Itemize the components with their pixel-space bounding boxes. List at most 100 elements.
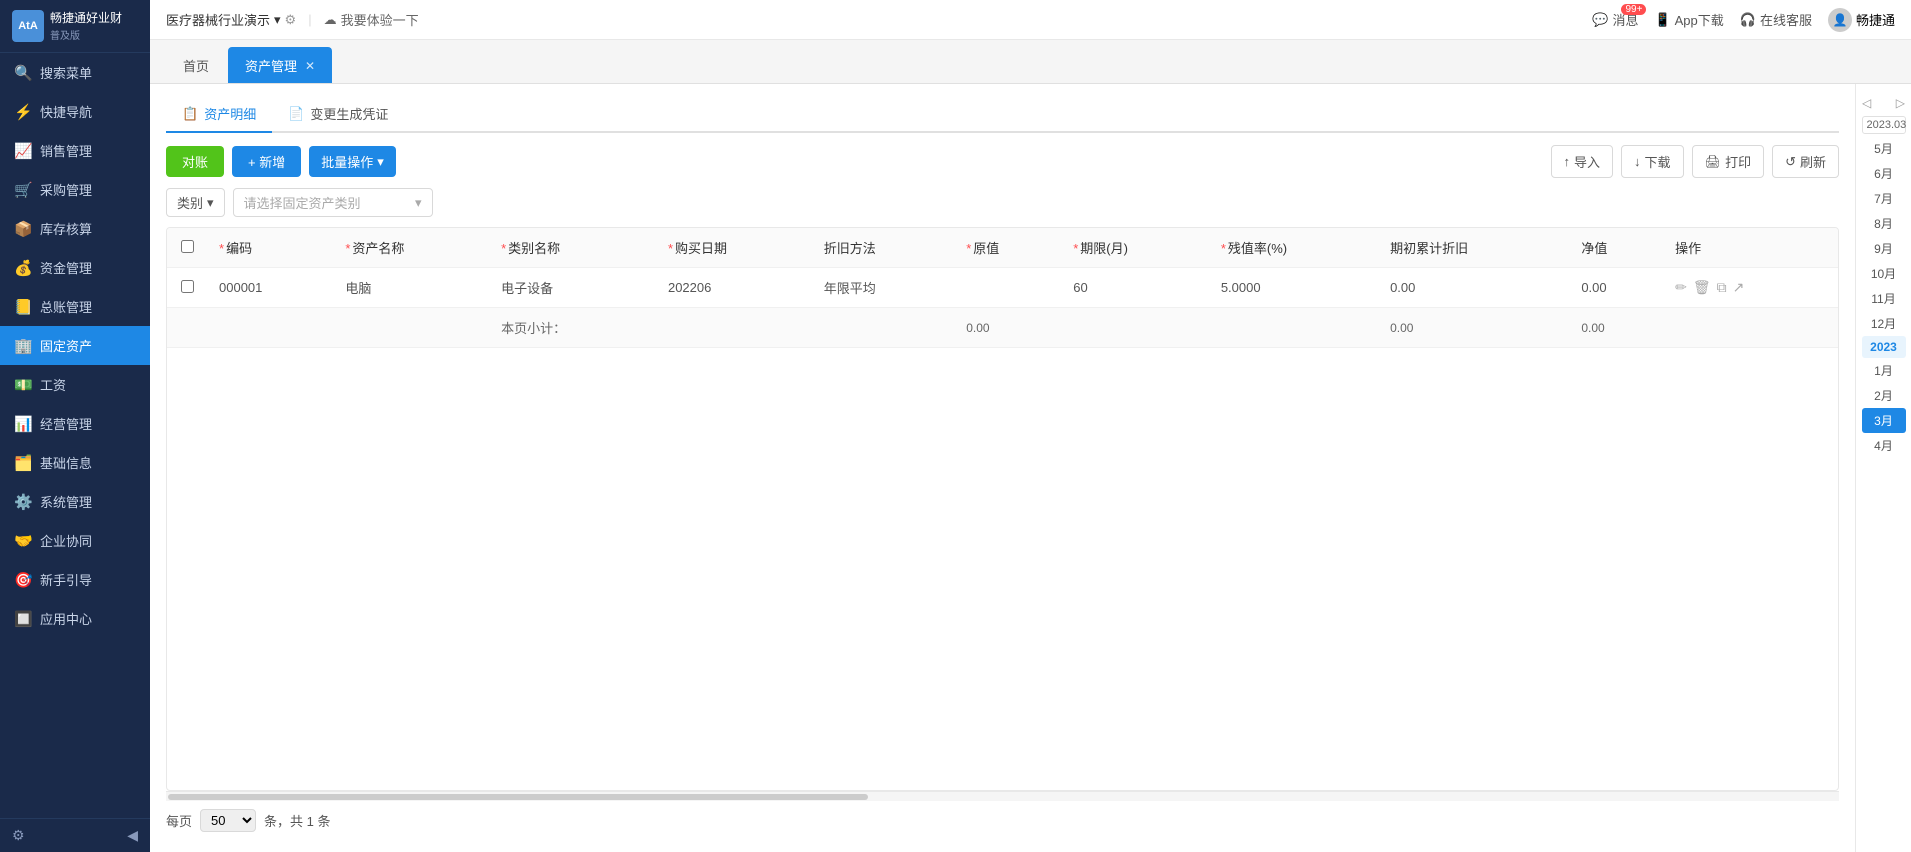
import-button[interactable]: ↑ 导入 [1551,145,1614,178]
nav-tabs: 首页 资产管理 ✕ [150,40,1911,84]
page-size-select[interactable]: 50 100 [200,809,256,832]
month-item[interactable]: 7月 [1862,186,1906,211]
download-button[interactable]: ↓ 下载 [1621,145,1684,178]
month-item[interactable]: 4月 [1862,433,1906,458]
month-item[interactable]: 6月 [1862,161,1906,186]
month-item[interactable]: 9月 [1862,236,1906,261]
cell-depreciation: 年限平均 [812,268,955,308]
sub-tab-asset-detail[interactable]: 📋 资产明细 [166,96,272,133]
new-button[interactable]: + 新增 [232,146,301,177]
settings-icon[interactable]: ⚙ [285,12,297,28]
filter-dropdown-icon: ▾ [207,195,214,211]
month-item[interactable]: 10月 [1862,261,1906,286]
month-item[interactable]: 5月 [1862,136,1906,161]
tab-close-icon[interactable]: ✕ [305,59,315,73]
sidebar-item-库存核算[interactable]: 📦 库存核算 [0,209,150,248]
sub-tabs: 📋 资产明细 📄 变更生成凭证 [166,96,1839,133]
input-dropdown-icon: ▾ [415,195,422,211]
app-download-btn[interactable]: 📱 App下载 [1654,10,1723,29]
import-icon: ↑ [1564,154,1571,169]
sidebar-item-工资[interactable]: 💵 工资 [0,365,150,404]
sidebar-item-总账管理[interactable]: 📒 总账管理 [0,287,150,326]
filter-row: 类别 ▾ 请选择固定资产类别 ▾ [166,188,1839,217]
company-selector[interactable]: 医疗器械行业演示 ▾ ⚙ [166,10,296,29]
month-item[interactable]: 3月 [1862,408,1906,433]
sub-tab-voucher[interactable]: 📄 变更生成凭证 [272,96,404,133]
sidebar-item-资金管理[interactable]: 💰 资金管理 [0,248,150,287]
month-item[interactable]: 1月 [1862,358,1906,383]
refresh-button[interactable]: ↺ 刷新 [1772,145,1839,178]
month-item[interactable]: 11月 [1862,286,1906,311]
user-menu[interactable]: 👤 畅捷通 [1828,8,1895,32]
select-all-header[interactable] [167,228,207,268]
delete-icon[interactable]: 🗑 [1693,279,1711,296]
cell-operation: ✏ 🗑 ⧉ ↗ [1663,268,1838,308]
sidebar-icon-6: 📒 [14,298,32,316]
message-btn[interactable]: 💬 消息 99+ [1592,10,1638,29]
asset-table: *编码 *资产名称 *类别名称 *购买日期 折旧方法 *原值 *期限(月) *残… [166,227,1839,791]
category-filter[interactable]: 类别 ▾ [166,188,225,217]
sidebar-label-11: 系统管理 [40,492,92,511]
download-icon: ↓ [1634,154,1641,169]
tab-asset-management[interactable]: 资产管理 ✕ [228,47,332,83]
batch-button[interactable]: 批量操作 ▾ [309,146,396,177]
sidebar-item-基础信息[interactable]: 🗂️ 基础信息 [0,443,150,482]
sidebar-label-5: 资金管理 [40,258,92,277]
sidebar-item-搜索菜单[interactable]: 🔍 搜索菜单 [0,53,150,92]
horizontal-scrollbar[interactable] [166,791,1839,801]
sidebar-item-固定资产[interactable]: 🏢 固定资产 [0,326,150,365]
sidebar-icon-2: 📈 [14,142,32,160]
online-service-btn[interactable]: 🎧 在线客服 [1740,10,1812,29]
sidebar-icon-11: ⚙️ [14,493,32,511]
sidebar-item-快捷导航[interactable]: ⚡ 快捷导航 [0,92,150,131]
copy-icon[interactable]: ⧉ [1717,279,1727,296]
content-area: 📋 资产明细 📄 变更生成凭证 对账 + 新增 批量操作 ▾ ↑ [150,84,1911,852]
cell-purchase-date: 202206 [656,268,812,308]
collapse-right-icon[interactable]: ◁ [1862,96,1871,110]
col-accumulated: 期初累计折旧 [1378,228,1569,268]
cell-net-value: 0.00 [1569,268,1663,308]
edit-icon[interactable]: ✏ [1675,279,1687,296]
sidebar-item-系统管理[interactable]: ⚙️ 系统管理 [0,482,150,521]
collapse-icon[interactable]: ◀ [127,827,138,844]
select-all-checkbox[interactable] [181,240,194,253]
more-icon[interactable]: ↗ [1733,279,1745,296]
sidebar-label-10: 基础信息 [40,453,92,472]
toolbar: 对账 + 新增 批量操作 ▾ ↑ 导入 ↓ 下载 🖨 [166,145,1839,178]
topbar: 医疗器械行业演示 ▾ ⚙ | ☁ 我要体验一下 💬 消息 99+ 📱 App下载… [150,0,1911,40]
category-input[interactable]: 请选择固定资产类别 ▾ [233,188,433,217]
col-operation: 操作 [1663,228,1838,268]
experience-btn[interactable]: ☁ 我要体验一下 [324,10,419,29]
month-item[interactable]: 8月 [1862,211,1906,236]
year-marker: 2023 [1862,336,1906,358]
col-original-value: *原值 [954,228,1061,268]
sidebar-item-销售管理[interactable]: 📈 销售管理 [0,131,150,170]
scroll-thumb[interactable] [168,794,868,800]
month-item[interactable]: 2月 [1862,383,1906,408]
batch-dropdown-icon: ▾ [377,154,384,170]
sidebar-label-3: 采购管理 [40,180,92,199]
sidebar-item-应用中心[interactable]: 🔲 应用中心 [0,599,150,638]
col-residual-rate: *残值率(%) [1209,228,1378,268]
settings-icon[interactable]: ⚙ [12,827,25,844]
main-area: 医疗器械行业演示 ▾ ⚙ | ☁ 我要体验一下 💬 消息 99+ 📱 App下载… [150,0,1911,852]
print-button[interactable]: 🖨 打印 [1692,145,1765,178]
message-badge: 99+ [1621,4,1646,15]
duizhang-button[interactable]: 对账 [166,146,224,177]
table-area: *编码 *资产名称 *类别名称 *购买日期 折旧方法 *原值 *期限(月) *残… [166,227,1839,840]
month-item[interactable]: 12月 [1862,311,1906,336]
cell-name: 电脑 [333,268,489,308]
sidebar-item-新手引导[interactable]: 🎯 新手引导 [0,560,150,599]
expand-right-icon[interactable]: ▷ [1896,96,1905,110]
tab-home[interactable]: 首页 [166,47,226,83]
subtotal-label: 本页小计： [501,321,566,336]
cell-residual-rate: 5.0000 [1209,268,1378,308]
sidebar-item-企业协同[interactable]: 🤝 企业协同 [0,521,150,560]
sidebar-label-13: 新手引导 [40,570,92,589]
sidebar-item-采购管理[interactable]: 🛒 采购管理 [0,170,150,209]
sidebar-item-经营管理[interactable]: 📊 经营管理 [0,404,150,443]
sidebar-icon-9: 📊 [14,415,32,433]
row-checkbox[interactable] [181,280,194,293]
sidebar-label-4: 库存核算 [40,219,92,238]
logo-sub: 普及版 [50,27,122,42]
